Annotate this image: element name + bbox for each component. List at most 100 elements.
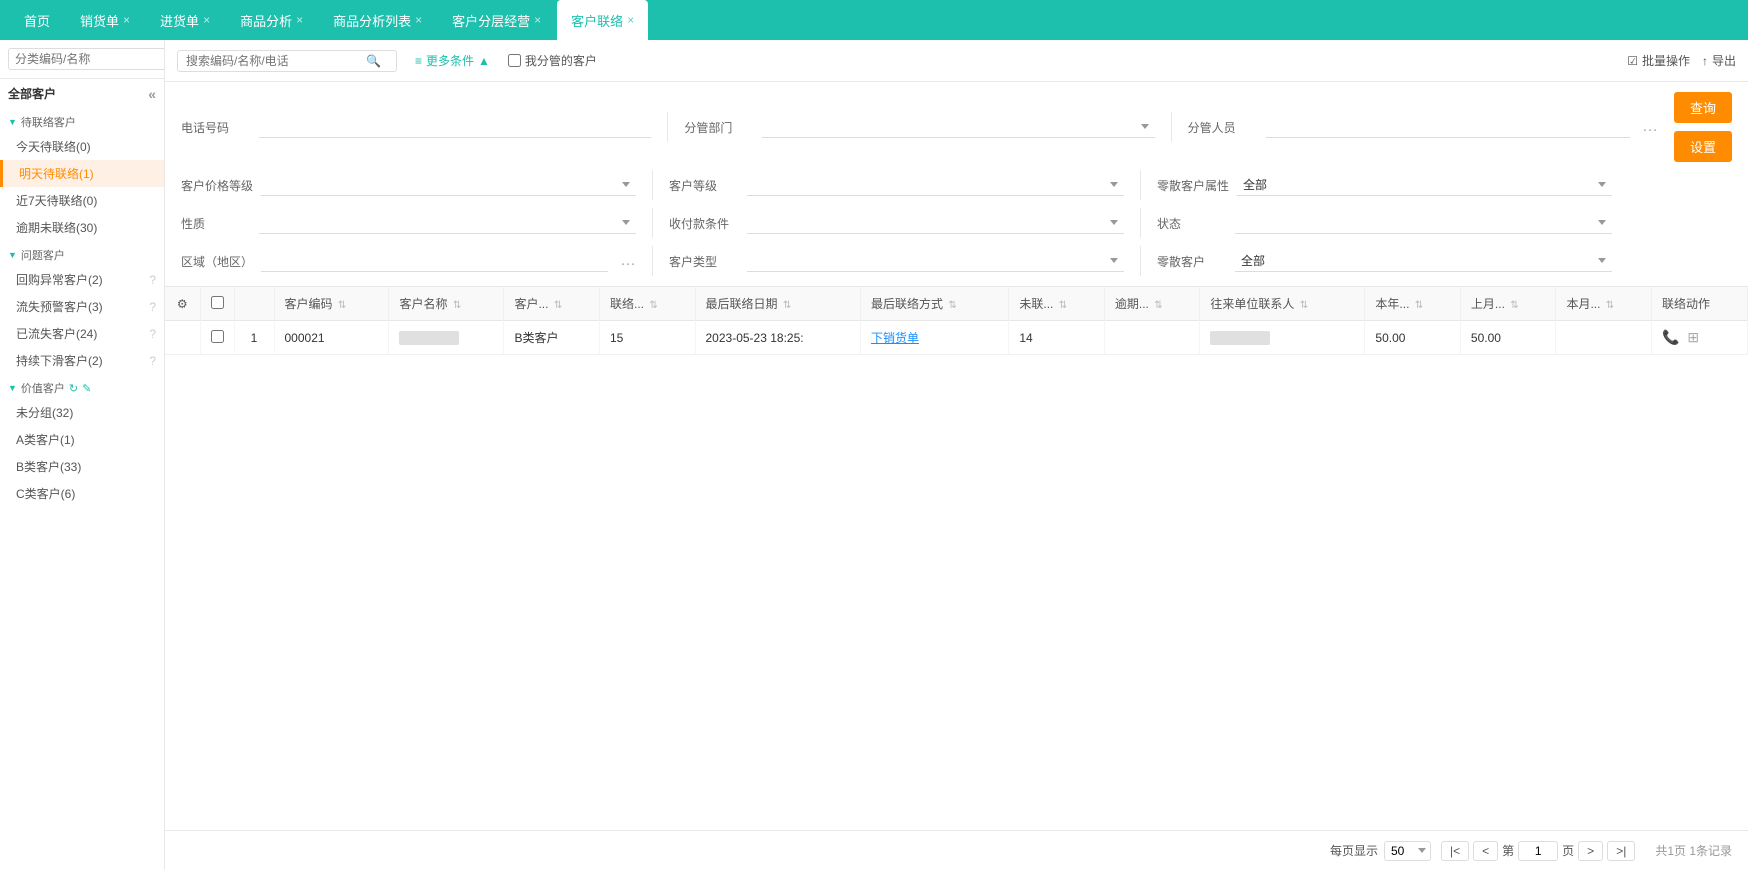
filter-retail-customer: 零散客户 全部: [1157, 251, 1612, 272]
sidebar-item-7days[interactable]: 近7天待联络(0): [0, 187, 164, 214]
customer-price-level-label: 客户价格等级: [181, 177, 253, 194]
col-customer-name[interactable]: 客户名称 ⇅: [389, 287, 504, 321]
row-settings: [165, 321, 200, 355]
col-unit-contact[interactable]: 往来单位联系人 ⇅: [1200, 287, 1365, 321]
region-input[interactable]: [261, 251, 608, 272]
sort-icon-name: ⇅: [453, 300, 461, 311]
sort-icon-unit: ⇅: [1300, 300, 1308, 311]
nav-close-purchase[interactable]: ×: [203, 13, 210, 27]
sidebar-item-churned[interactable]: 已流失客户(24) ?: [0, 320, 164, 347]
col-last-contact-date[interactable]: 最后联络日期 ⇅: [695, 287, 861, 321]
row-num: 1: [234, 321, 274, 355]
sidebar-item-churn-warning[interactable]: 流失预警客户(3) ?: [0, 293, 164, 320]
manager-input[interactable]: [1266, 117, 1630, 138]
last-page-button[interactable]: >|: [1607, 841, 1635, 861]
sidebar-all-customers[interactable]: 全部客户 «: [0, 79, 164, 108]
nature-select[interactable]: [259, 213, 636, 234]
last-method-link[interactable]: 下销货单: [871, 331, 919, 345]
more-filter-button[interactable]: ≡ 更多条件 ▲: [407, 48, 498, 73]
nav-item-customer-contact[interactable]: 客户联络 ×: [557, 0, 648, 40]
search-input[interactable]: [186, 54, 366, 68]
sidebar-item-class-c[interactable]: C类客户(6): [0, 480, 164, 507]
status-select[interactable]: [1235, 213, 1612, 234]
search-icon[interactable]: 🔍: [366, 54, 381, 68]
phone-input[interactable]: [259, 117, 651, 138]
row-this-year: 50.00: [1365, 321, 1461, 355]
col-overdue[interactable]: 逾期... ⇅: [1104, 287, 1200, 321]
nav-close-analysis[interactable]: ×: [296, 13, 303, 27]
filter-customer-grade: 客户等级: [669, 175, 1124, 196]
payment-select[interactable]: [747, 213, 1124, 234]
col-this-year[interactable]: 本年... ⇅: [1365, 287, 1461, 321]
col-this-month[interactable]: 本月... ⇅: [1556, 287, 1652, 321]
select-all-checkbox[interactable]: [211, 296, 224, 309]
col-settings[interactable]: ⚙: [165, 287, 200, 321]
sidebar-item-repurchase-anomaly[interactable]: 回购异常客户(2) ?: [0, 266, 164, 293]
divider5: [652, 208, 653, 238]
first-page-button[interactable]: |<: [1441, 841, 1469, 861]
help-icon-churned: ?: [149, 327, 156, 341]
nav-item-analysis-list[interactable]: 商品分析列表 ×: [319, 0, 436, 40]
sidebar-item-class-a[interactable]: A类客户(1): [0, 426, 164, 453]
refresh-icon[interactable]: ↻: [69, 382, 78, 395]
nav-item-sales[interactable]: 销货单 ×: [66, 0, 144, 40]
sidebar-item-today[interactable]: 今天待联络(0): [0, 133, 164, 160]
sidebar-item-overdue[interactable]: 逾期未联络(30): [0, 214, 164, 241]
sidebar-group-pending: 待联络客户: [0, 108, 164, 133]
phone-label: 电话号码: [181, 119, 251, 136]
customer-type-select[interactable]: [747, 251, 1124, 272]
sidebar-search-input[interactable]: [8, 48, 165, 70]
customer-grade-select[interactable]: [747, 175, 1124, 196]
dept-select[interactable]: [762, 117, 1154, 138]
next-page-button[interactable]: >: [1578, 841, 1603, 861]
action-icons: 📞 ⊞: [1662, 329, 1737, 346]
region-more-icon[interactable]: …: [620, 252, 636, 270]
customer-grade-label: 客户等级: [669, 177, 739, 194]
nav-item-home[interactable]: 首页: [10, 0, 64, 40]
row-last-month: 50.00: [1460, 321, 1556, 355]
row-name: Ea: [389, 321, 504, 355]
customer-price-level-select[interactable]: [261, 175, 636, 196]
manager-more-icon[interactable]: …: [1642, 118, 1658, 136]
col-contact-count[interactable]: 联络... ⇅: [599, 287, 695, 321]
nav-close-customer-tier[interactable]: ×: [534, 13, 541, 27]
export-button[interactable]: ↑ 导出: [1702, 52, 1736, 69]
retail-customer-select[interactable]: 全部: [1235, 251, 1612, 272]
my-customers-checkbox[interactable]: [508, 54, 521, 67]
row-checkbox[interactable]: [211, 330, 224, 343]
page-number-input[interactable]: [1518, 841, 1558, 861]
col-last-contact-method[interactable]: 最后联络方式 ⇅: [861, 287, 1009, 321]
col-uncontacted[interactable]: 未联... ⇅: [1009, 287, 1105, 321]
phone-action-icon[interactable]: 📞: [1662, 329, 1679, 346]
col-customer-code[interactable]: 客户编码 ⇅: [274, 287, 389, 321]
payment-wrapper: [747, 213, 1124, 234]
nav-close-customer-contact[interactable]: ×: [627, 13, 634, 27]
customer-type-wrapper: [747, 251, 1124, 272]
batch-operation-button[interactable]: ☑ 批量操作: [1627, 52, 1690, 69]
filter-dept: 分管部门: [684, 117, 1154, 138]
page-size-select[interactable]: 50 10 20 100: [1384, 841, 1431, 861]
sidebar-item-unclassified[interactable]: 未分组(32): [0, 399, 164, 426]
status-wrapper: [1235, 213, 1612, 234]
setting-button[interactable]: 设置: [1674, 131, 1732, 162]
customer-table: ⚙ 客户编码 ⇅ 客户名称 ⇅ 客户... ⇅ 联络... ⇅ 最后联络日期 ⇅…: [165, 287, 1748, 355]
col-customer-category[interactable]: 客户... ⇅: [504, 287, 600, 321]
query-button[interactable]: 查询: [1674, 92, 1732, 123]
sidebar-item-tomorrow[interactable]: 明天待联络(1): [0, 160, 164, 187]
edit-icon[interactable]: ✎: [82, 382, 91, 395]
data-table-area: ⚙ 客户编码 ⇅ 客户名称 ⇅ 客户... ⇅ 联络... ⇅ 最后联络日期 ⇅…: [165, 287, 1748, 830]
more-action-icon[interactable]: ⊞: [1687, 329, 1699, 346]
prev-page-button[interactable]: <: [1473, 841, 1498, 861]
nav-close-sales[interactable]: ×: [123, 13, 130, 27]
sidebar-item-class-b[interactable]: B类客户(33): [0, 453, 164, 480]
sidebar-item-declining[interactable]: 持续下滑客户(2) ?: [0, 347, 164, 374]
customer-type-label: 客户类型: [669, 253, 739, 270]
nav-item-customer-tier[interactable]: 客户分层经营 ×: [438, 0, 555, 40]
col-last-month[interactable]: 上月... ⇅: [1460, 287, 1556, 321]
table-row: 1 000021 Ea B类客户 15 2023-05-23 18:25: 下销…: [165, 321, 1748, 355]
customer-grade-wrapper: [747, 175, 1124, 196]
nav-item-analysis[interactable]: 商品分析 ×: [226, 0, 317, 40]
retail-attr-select[interactable]: 全部: [1237, 175, 1612, 196]
nav-item-purchase[interactable]: 进货单 ×: [146, 0, 224, 40]
nav-close-analysis-list[interactable]: ×: [415, 13, 422, 27]
